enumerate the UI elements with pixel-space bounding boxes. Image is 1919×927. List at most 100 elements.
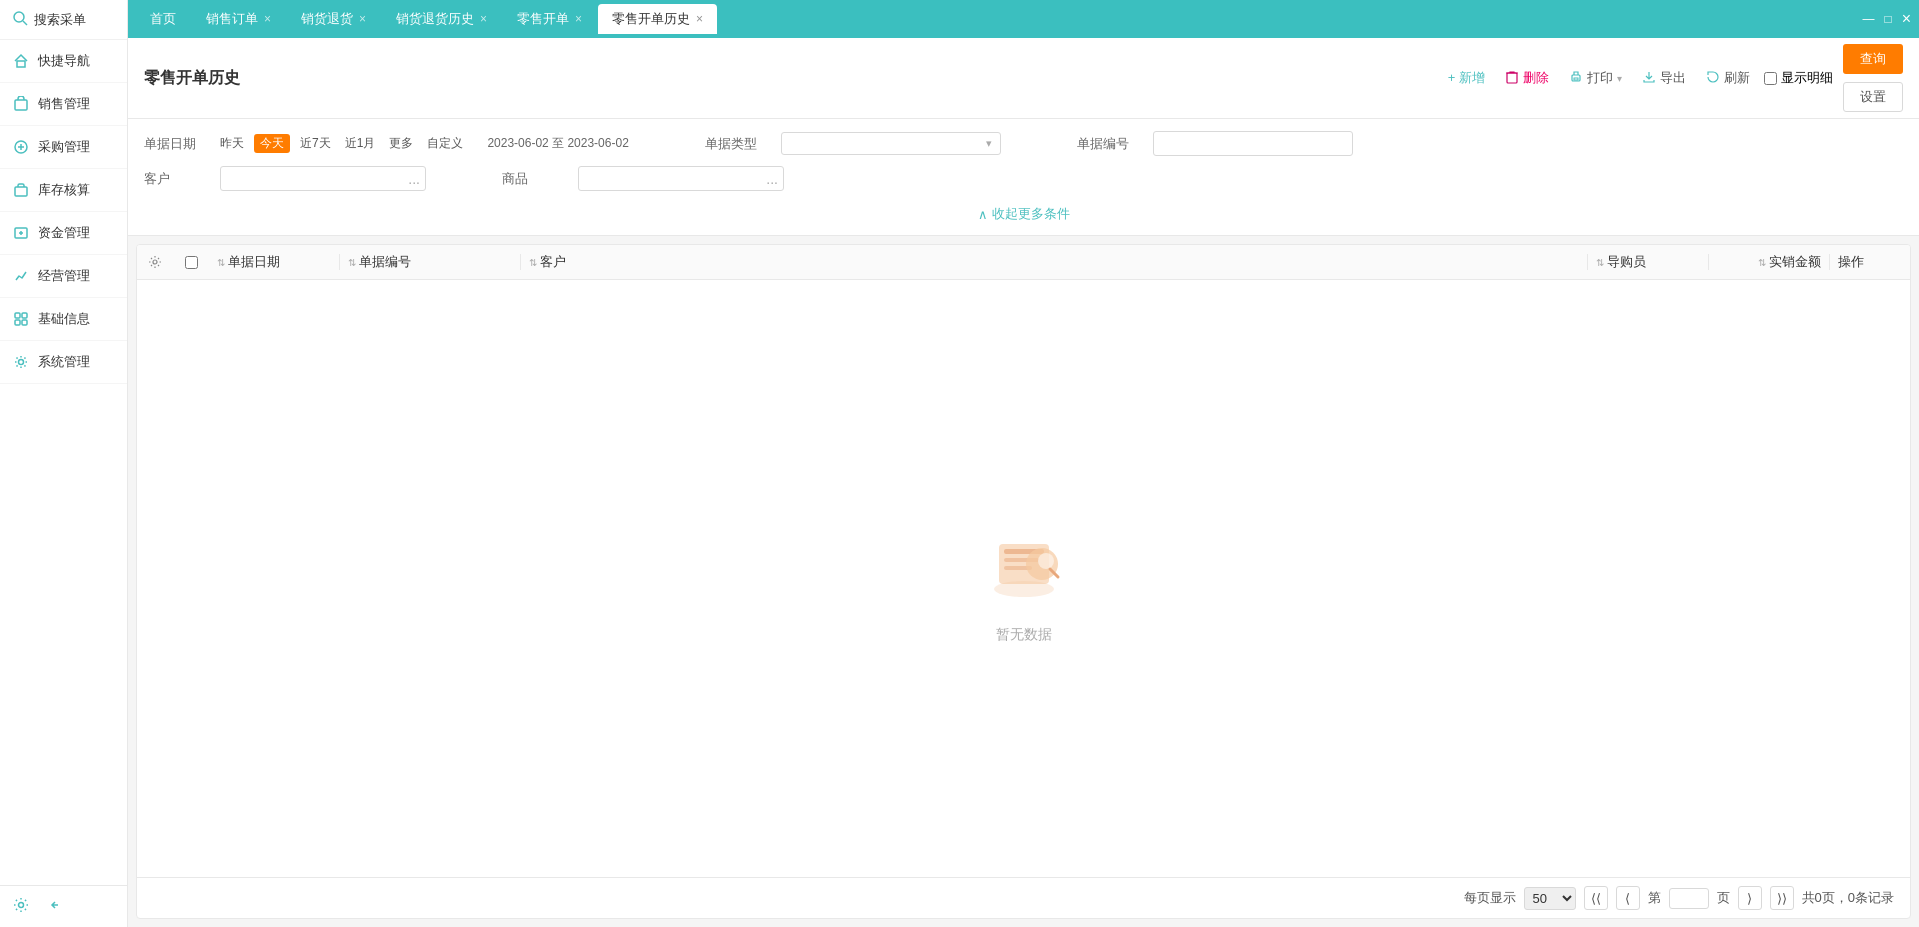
display-detail-toggle[interactable]: 显示明细 <box>1764 69 1833 87</box>
export-button[interactable]: 导出 <box>1636 65 1692 91</box>
tab-sales-return-history[interactable]: 销货退货历史 × <box>382 4 501 34</box>
th-salesman[interactable]: ⇅ 导购员 <box>1588 253 1708 271</box>
date-option-more[interactable]: 更多 <box>385 134 417 153</box>
date-range: 2023-06-02 至 2023-06-02 <box>487 135 628 152</box>
sidebar-item-label: 销售管理 <box>38 95 90 113</box>
prev-page-btn[interactable]: ⟨ <box>1616 886 1640 910</box>
content-area: ⇅ 单据日期 ⇅ 单据编号 ⇅ 客户 ⇅ 导购员 ⇅ 实销金额 <box>136 244 1911 919</box>
sidebar-item-inventory[interactable]: 库存核算 <box>0 169 127 212</box>
tab-sales-return-close[interactable]: × <box>359 12 366 26</box>
sidebar-bottom <box>0 885 127 927</box>
tab-retail-history[interactable]: 零售开单历史 × <box>598 4 717 34</box>
sidebar-item-basic-info[interactable]: 基础信息 <box>0 298 127 341</box>
new-button[interactable]: + 新增 <box>1442 65 1491 91</box>
page-size-select[interactable]: 50 10 20 100 <box>1524 887 1576 910</box>
client-input-dots[interactable]: ... <box>408 171 420 187</box>
bill-type-label: 单据类型 <box>705 135 761 153</box>
display-detail-label: 显示明细 <box>1781 69 1833 87</box>
tab-retail-history-close[interactable]: × <box>696 12 703 26</box>
date-option-yesterday[interactable]: 昨天 <box>216 134 248 153</box>
sidebar-item-label: 基础信息 <box>38 310 90 328</box>
th-billno[interactable]: ⇅ 单据编号 <box>340 253 520 271</box>
date-label: 单据日期 <box>144 135 200 153</box>
empty-text: 暂无数据 <box>996 626 1052 644</box>
export-button-label: 导出 <box>1660 69 1686 87</box>
finance-icon <box>12 224 30 242</box>
sidebar: 搜索采单 快捷导航 销售管理 采购管理 <box>0 0 128 927</box>
client-input[interactable] <box>220 166 426 191</box>
next-page-btn[interactable]: ⟩ <box>1738 886 1762 910</box>
th-date-label: 单据日期 <box>228 253 280 271</box>
empty-illustration <box>974 514 1074 614</box>
empty-state: 暂无数据 <box>137 280 1910 877</box>
query-button[interactable]: 查询 <box>1843 44 1903 74</box>
sidebar-item-system[interactable]: 系统管理 <box>0 341 127 384</box>
sidebar-item-purchase-mgmt[interactable]: 采购管理 <box>0 126 127 169</box>
operations-icon <box>12 267 30 285</box>
pagination: 每页显示 50 10 20 100 ⟨⟨ ⟨ 第 1 页 ⟩ ⟩⟩ 共0页，0条… <box>137 877 1910 918</box>
tab-sales-order-label: 销售订单 <box>206 10 258 28</box>
chevron-up-icon: ∧ <box>978 207 988 222</box>
sidebar-item-label: 资金管理 <box>38 224 90 242</box>
delete-button[interactable]: 删除 <box>1499 65 1555 91</box>
close-btn[interactable]: × <box>1902 10 1911 28</box>
tab-sales-order[interactable]: 销售订单 × <box>192 4 285 34</box>
svg-rect-2 <box>17 61 25 67</box>
sidebar-item-sales-mgmt[interactable]: 销售管理 <box>0 83 127 126</box>
basic-info-icon <box>12 310 30 328</box>
home-icon <box>12 52 30 70</box>
sidebar-item-label: 库存核算 <box>38 181 90 199</box>
tab-sales-return-label: 销货退货 <box>301 10 353 28</box>
sidebar-item-operations[interactable]: 经营管理 <box>0 255 127 298</box>
tab-retail-open[interactable]: 零售开单 × <box>503 4 596 34</box>
bill-no-input[interactable] <box>1153 131 1353 156</box>
goods-input-dots[interactable]: ... <box>766 171 778 187</box>
goods-input[interactable] <box>578 166 784 191</box>
date-option-custom[interactable]: 自定义 <box>423 134 467 153</box>
tab-sales-return[interactable]: 销货退货 × <box>287 4 380 34</box>
settings-button[interactable]: 设置 <box>1843 82 1903 112</box>
last-page-btn[interactable]: ⟩⟩ <box>1770 886 1794 910</box>
print-button[interactable]: 打印 ▾ <box>1563 65 1628 91</box>
sidebar-item-finance[interactable]: 资金管理 <box>0 212 127 255</box>
new-button-label: + 新增 <box>1448 69 1485 87</box>
chevron-down-icon: ▾ <box>986 137 992 150</box>
th-action: 操作 <box>1830 253 1910 271</box>
th-date[interactable]: ⇅ 单据日期 <box>209 253 339 271</box>
th-client[interactable]: ⇅ 客户 <box>521 253 1587 271</box>
svg-rect-5 <box>15 187 27 196</box>
sort-icon: ⇅ <box>217 257 225 268</box>
toolbar: 零售开单历史 + 新增 删除 <box>128 38 1919 119</box>
sidebar-item-label: 经营管理 <box>38 267 90 285</box>
display-detail-checkbox[interactable] <box>1764 72 1777 85</box>
collapse-button[interactable]: ∧ 收起更多条件 <box>978 205 1070 223</box>
tab-retail-open-close[interactable]: × <box>575 12 582 26</box>
print-icon <box>1569 70 1583 87</box>
refresh-button[interactable]: 刷新 <box>1700 65 1756 91</box>
maximize-btn[interactable]: □ <box>1884 12 1891 26</box>
svg-point-12 <box>19 903 24 908</box>
date-option-1month[interactable]: 近1月 <box>341 134 380 153</box>
table-select-all[interactable] <box>173 256 209 269</box>
bill-type-select[interactable]: ▾ <box>781 132 1001 155</box>
th-amount[interactable]: ⇅ 实销金额 <box>1709 253 1829 271</box>
gear-icon[interactable] <box>12 896 30 917</box>
sidebar-search[interactable]: 搜索采单 <box>0 0 127 40</box>
date-option-today[interactable]: 今天 <box>254 134 290 153</box>
first-page-btn[interactable]: ⟨⟨ <box>1584 886 1608 910</box>
tab-home[interactable]: 首页 <box>136 4 190 34</box>
collapse-label: 收起更多条件 <box>992 205 1070 223</box>
svg-rect-9 <box>15 320 20 325</box>
svg-point-23 <box>1038 553 1054 569</box>
page-number-input[interactable]: 1 <box>1669 888 1709 909</box>
sidebar-item-quick-nav[interactable]: 快捷导航 <box>0 40 127 83</box>
export-icon <box>1642 70 1656 87</box>
tab-sales-order-close[interactable]: × <box>264 12 271 26</box>
minimize-btn[interactable]: — <box>1862 12 1874 26</box>
tab-sales-return-history-close[interactable]: × <box>480 12 487 26</box>
table-settings-icon[interactable] <box>137 255 173 269</box>
sidebar-collapse-icon[interactable] <box>46 896 64 917</box>
select-all-checkbox[interactable] <box>185 256 198 269</box>
date-option-7days[interactable]: 近7天 <box>296 134 335 153</box>
print-dropdown-icon[interactable]: ▾ <box>1617 73 1622 84</box>
